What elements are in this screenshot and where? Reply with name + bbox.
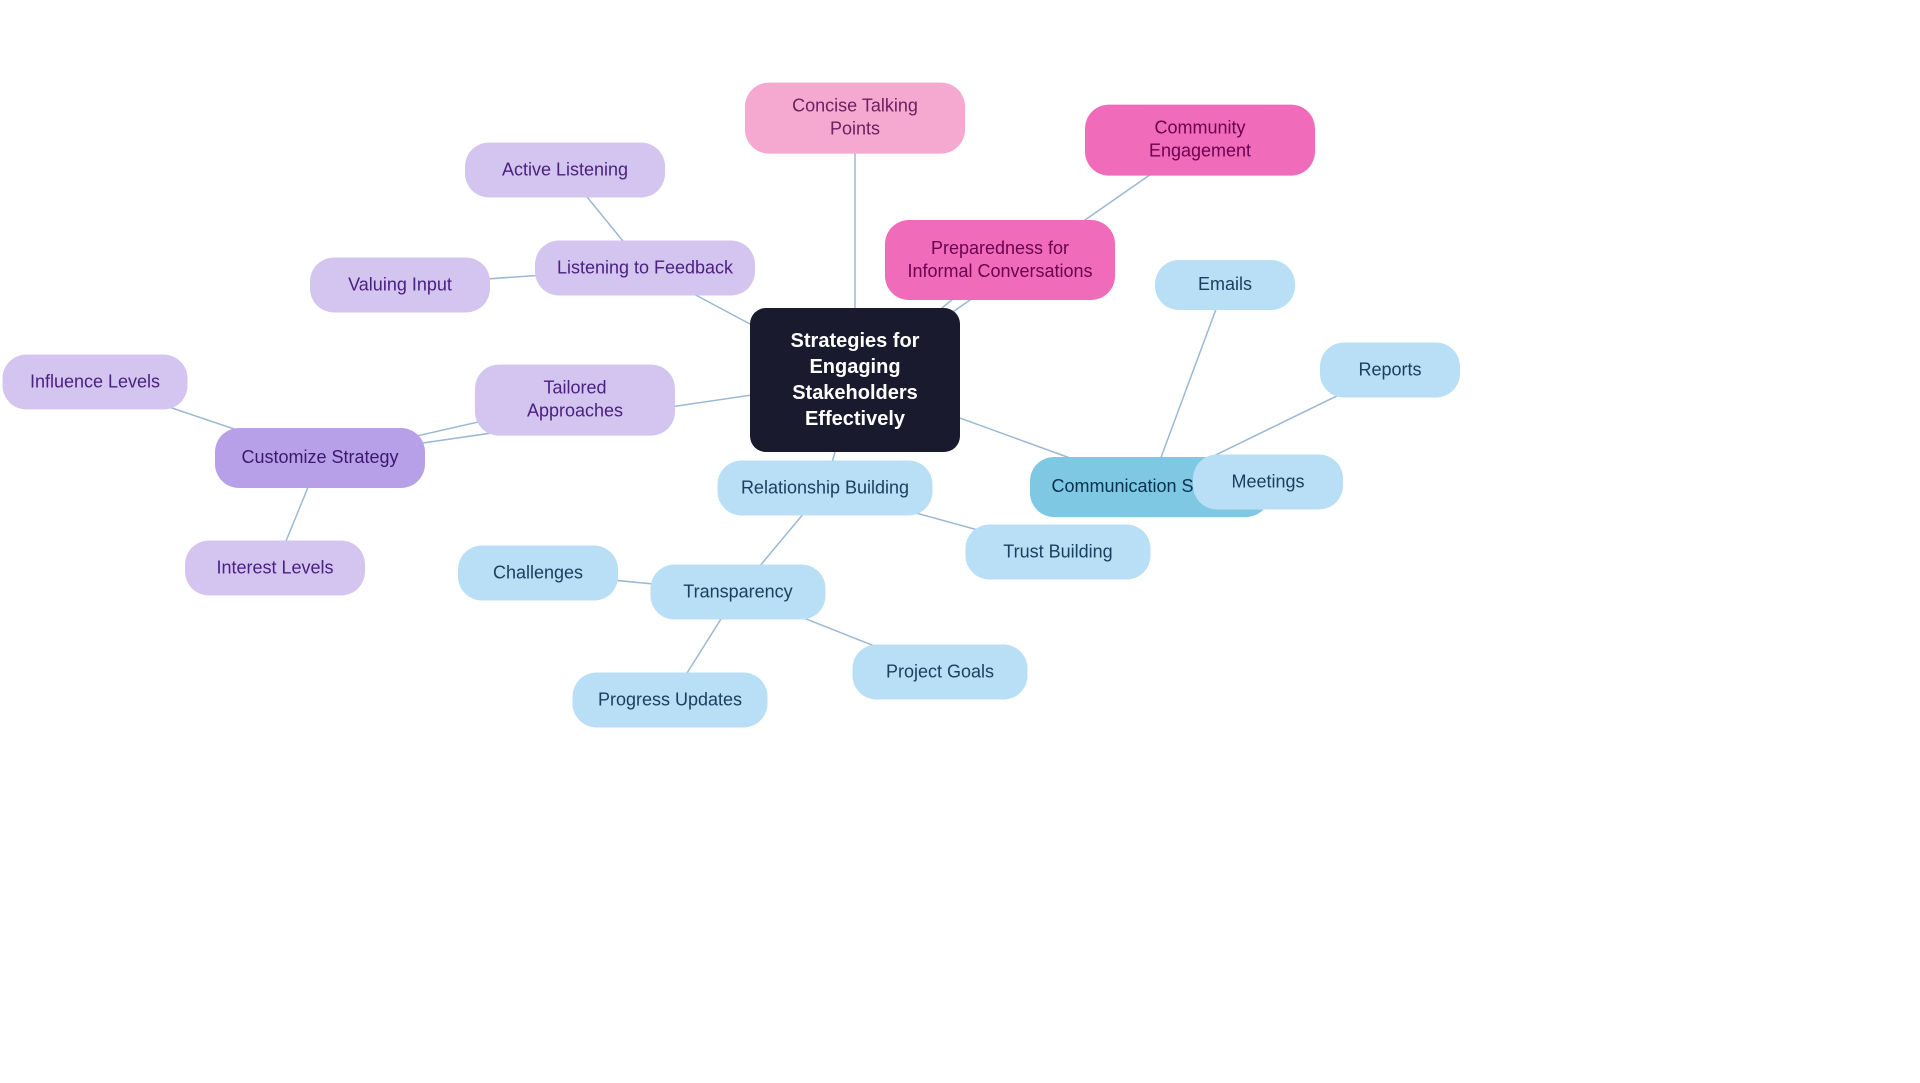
node-relationship-building[interactable]: Relationship Building xyxy=(718,461,933,516)
node-trust-building[interactable]: Trust Building xyxy=(966,525,1151,580)
node-customize-strategy[interactable]: Customize Strategy xyxy=(215,428,425,488)
node-project-goals[interactable]: Project Goals xyxy=(853,645,1028,700)
node-transparency[interactable]: Transparency xyxy=(651,565,826,620)
node-preparedness[interactable]: Preparedness for Informal Conversations xyxy=(885,220,1115,300)
mind-map: Strategies for Engaging Stakeholders Eff… xyxy=(0,0,1920,1083)
node-concise-talking[interactable]: Concise Talking Points xyxy=(745,83,965,154)
node-valuing-input[interactable]: Valuing Input xyxy=(310,258,490,313)
node-center[interactable]: Strategies for Engaging Stakeholders Eff… xyxy=(750,308,960,452)
node-emails[interactable]: Emails xyxy=(1155,260,1295,310)
node-meetings[interactable]: Meetings xyxy=(1193,455,1343,510)
node-interest-levels[interactable]: Interest Levels xyxy=(185,541,365,596)
node-influence-levels[interactable]: Influence Levels xyxy=(3,355,188,410)
node-progress-updates[interactable]: Progress Updates xyxy=(573,673,768,728)
node-community-engagement[interactable]: Community Engagement xyxy=(1085,105,1315,176)
node-reports[interactable]: Reports xyxy=(1320,343,1460,398)
node-tailored-approaches[interactable]: Tailored Approaches xyxy=(475,365,675,436)
node-listening-feedback[interactable]: Listening to Feedback xyxy=(535,241,755,296)
node-challenges[interactable]: Challenges xyxy=(458,546,618,601)
node-active-listening[interactable]: Active Listening xyxy=(465,143,665,198)
